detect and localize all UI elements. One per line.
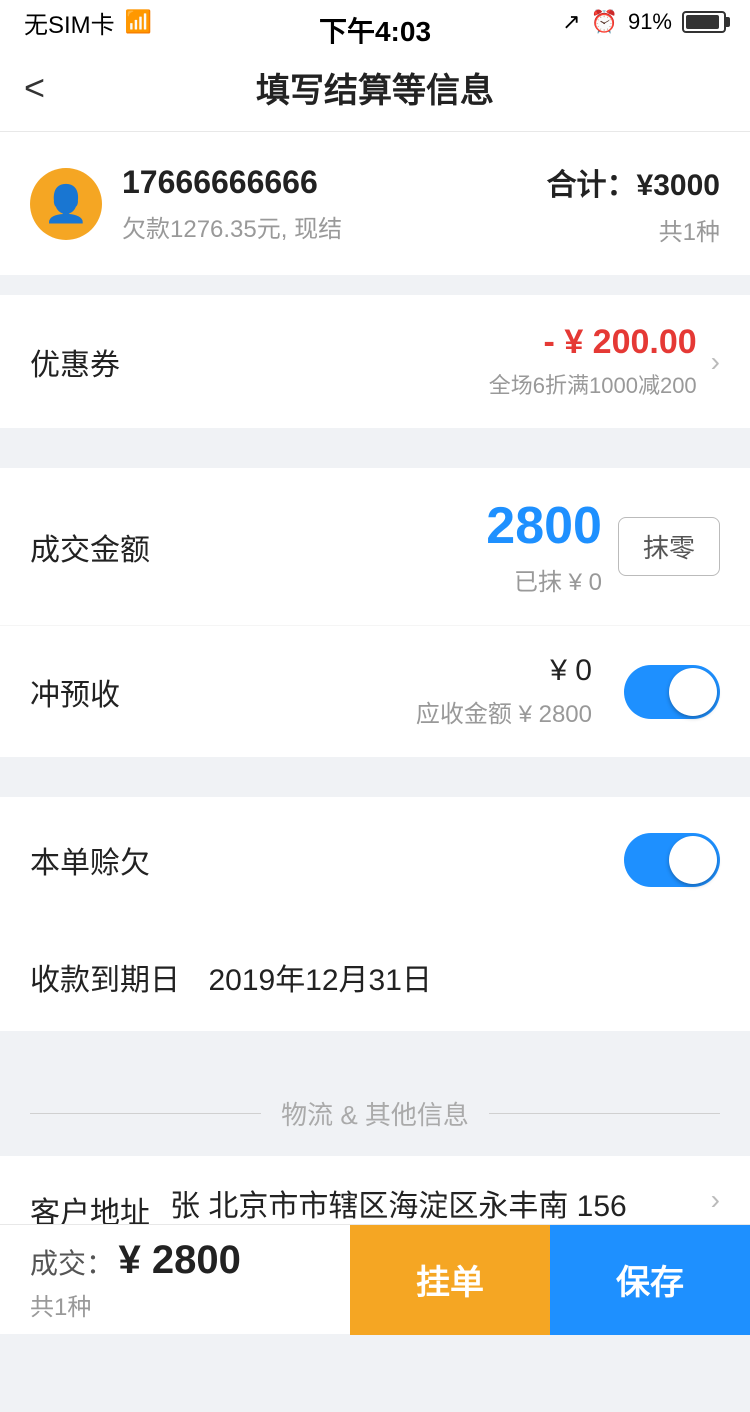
coupon-label: 优惠券 bbox=[30, 340, 120, 384]
avatar-icon: 👤 bbox=[44, 183, 89, 225]
logistics-text: 物流 & 其他信息 bbox=[261, 1095, 489, 1132]
customer-card: 👤 17666666666 欠款1276.35元, 现结 合计：¥3000 共1… bbox=[0, 132, 750, 275]
avatar: 👤 bbox=[30, 168, 102, 240]
coupon-row[interactable]: 优惠券 - ¥ 200.00 全场6折满1000减200 › bbox=[0, 295, 750, 428]
coupon-discount: - ¥ 200.00 bbox=[489, 323, 697, 362]
toggle-knob bbox=[669, 668, 717, 716]
alarm-icon: ⏰ bbox=[591, 9, 618, 35]
logistics-divider: 物流 & 其他信息 bbox=[0, 1071, 750, 1156]
total-amount: 合计：¥3000 bbox=[547, 160, 720, 204]
prepay-receivable: 应收金额 ¥ 2800 bbox=[416, 694, 592, 729]
transaction-amount: 2800 bbox=[486, 496, 602, 556]
main-content: 👤 17666666666 欠款1276.35元, 现结 合计：¥3000 共1… bbox=[0, 132, 750, 1412]
customer-total: 合计：¥3000 共1种 bbox=[547, 160, 720, 247]
prepay-toggle[interactable] bbox=[624, 665, 720, 719]
due-date-row: 收款到期日 2019年12月31日 bbox=[0, 923, 750, 1031]
location-icon: ↗ bbox=[562, 9, 580, 35]
debt-section: 本单赊欠 收款到期日 2019年12月31日 bbox=[0, 797, 750, 1031]
prepay-right: ¥ 0 应收金额 ¥ 2800 bbox=[416, 654, 720, 729]
battery-icon bbox=[682, 11, 726, 33]
bottom-bar: 成交： ¥ 2800 共1种 挂单 保存 bbox=[0, 1224, 750, 1334]
coupon-right: - ¥ 200.00 全场6折满1000减200 › bbox=[489, 323, 720, 400]
bottom-deal-label: 成交： bbox=[30, 1248, 114, 1279]
bottom-deal-line: 成交： ¥ 2800 bbox=[30, 1238, 320, 1283]
page-title: 填写结算等信息 bbox=[256, 63, 494, 112]
status-bar: 无SIM卡 📶 下午4:03 ↗ ⏰ 91% bbox=[0, 0, 750, 44]
status-left: 无SIM卡 📶 bbox=[24, 5, 152, 40]
back-button[interactable]: < bbox=[24, 67, 45, 109]
customer-phone: 17666666666 bbox=[122, 164, 342, 201]
transaction-right: 2800 已抹 ¥ 0 抹零 bbox=[486, 496, 720, 597]
transaction-label: 成交金额 bbox=[30, 525, 150, 569]
due-date-value: 2019年12月31日 bbox=[208, 964, 431, 997]
logistics-line-right bbox=[489, 1113, 720, 1114]
prepay-amount: ¥ 0 bbox=[416, 654, 592, 688]
address-chevron-right-icon: › bbox=[711, 1184, 720, 1216]
bottom-count: 共1种 bbox=[30, 1287, 320, 1322]
coupon-info: - ¥ 200.00 全场6折满1000减200 bbox=[489, 323, 697, 400]
coupon-desc: 全场6折满1000减200 bbox=[489, 368, 697, 400]
hang-button[interactable]: 挂单 bbox=[350, 1225, 550, 1335]
wifi-icon: 📶 bbox=[125, 9, 152, 35]
prepay-amount-col: ¥ 0 应收金额 ¥ 2800 bbox=[416, 654, 592, 729]
due-date-label: 收款到期日 bbox=[30, 964, 180, 997]
save-button[interactable]: 保存 bbox=[550, 1225, 750, 1335]
logistics-line-left bbox=[30, 1113, 261, 1114]
section-divider-3 bbox=[0, 1051, 750, 1071]
customer-info: 17666666666 欠款1276.35元, 现结 bbox=[122, 164, 342, 244]
prepay-label: 冲预收 bbox=[30, 670, 120, 714]
debt-toggle[interactable] bbox=[624, 833, 720, 887]
carrier-label: 无SIM卡 bbox=[24, 5, 115, 40]
nav-bar: < 填写结算等信息 bbox=[0, 44, 750, 132]
transaction-row: 成交金额 2800 已抹 ¥ 0 抹零 bbox=[0, 468, 750, 626]
bottom-deal-amount: ¥ 2800 bbox=[118, 1238, 240, 1282]
battery-percent: 91% bbox=[628, 9, 672, 35]
status-right: ↗ ⏰ 91% bbox=[562, 9, 726, 35]
bottom-summary: 成交： ¥ 2800 共1种 bbox=[0, 1238, 350, 1322]
section-divider-2 bbox=[0, 777, 750, 797]
debt-label: 本单赊欠 bbox=[30, 838, 150, 882]
total-count: 共1种 bbox=[547, 212, 720, 247]
customer-left: 👤 17666666666 欠款1276.35元, 现结 bbox=[30, 164, 342, 244]
transaction-section: 成交金额 2800 已抹 ¥ 0 抹零 冲预收 ¥ 0 应收金额 ¥ 2800 bbox=[0, 468, 750, 757]
debt-row: 本单赊欠 bbox=[0, 797, 750, 923]
debt-toggle-knob bbox=[669, 836, 717, 884]
chevron-right-icon: › bbox=[711, 346, 720, 378]
section-divider-1 bbox=[0, 448, 750, 468]
prepay-row: 冲预收 ¥ 0 应收金额 ¥ 2800 bbox=[0, 626, 750, 757]
round-off-button[interactable]: 抹零 bbox=[618, 517, 720, 576]
transaction-sub: 已抹 ¥ 0 bbox=[486, 562, 602, 597]
customer-debt: 欠款1276.35元, 现结 bbox=[122, 209, 342, 244]
amount-col: 2800 已抹 ¥ 0 bbox=[486, 496, 602, 597]
